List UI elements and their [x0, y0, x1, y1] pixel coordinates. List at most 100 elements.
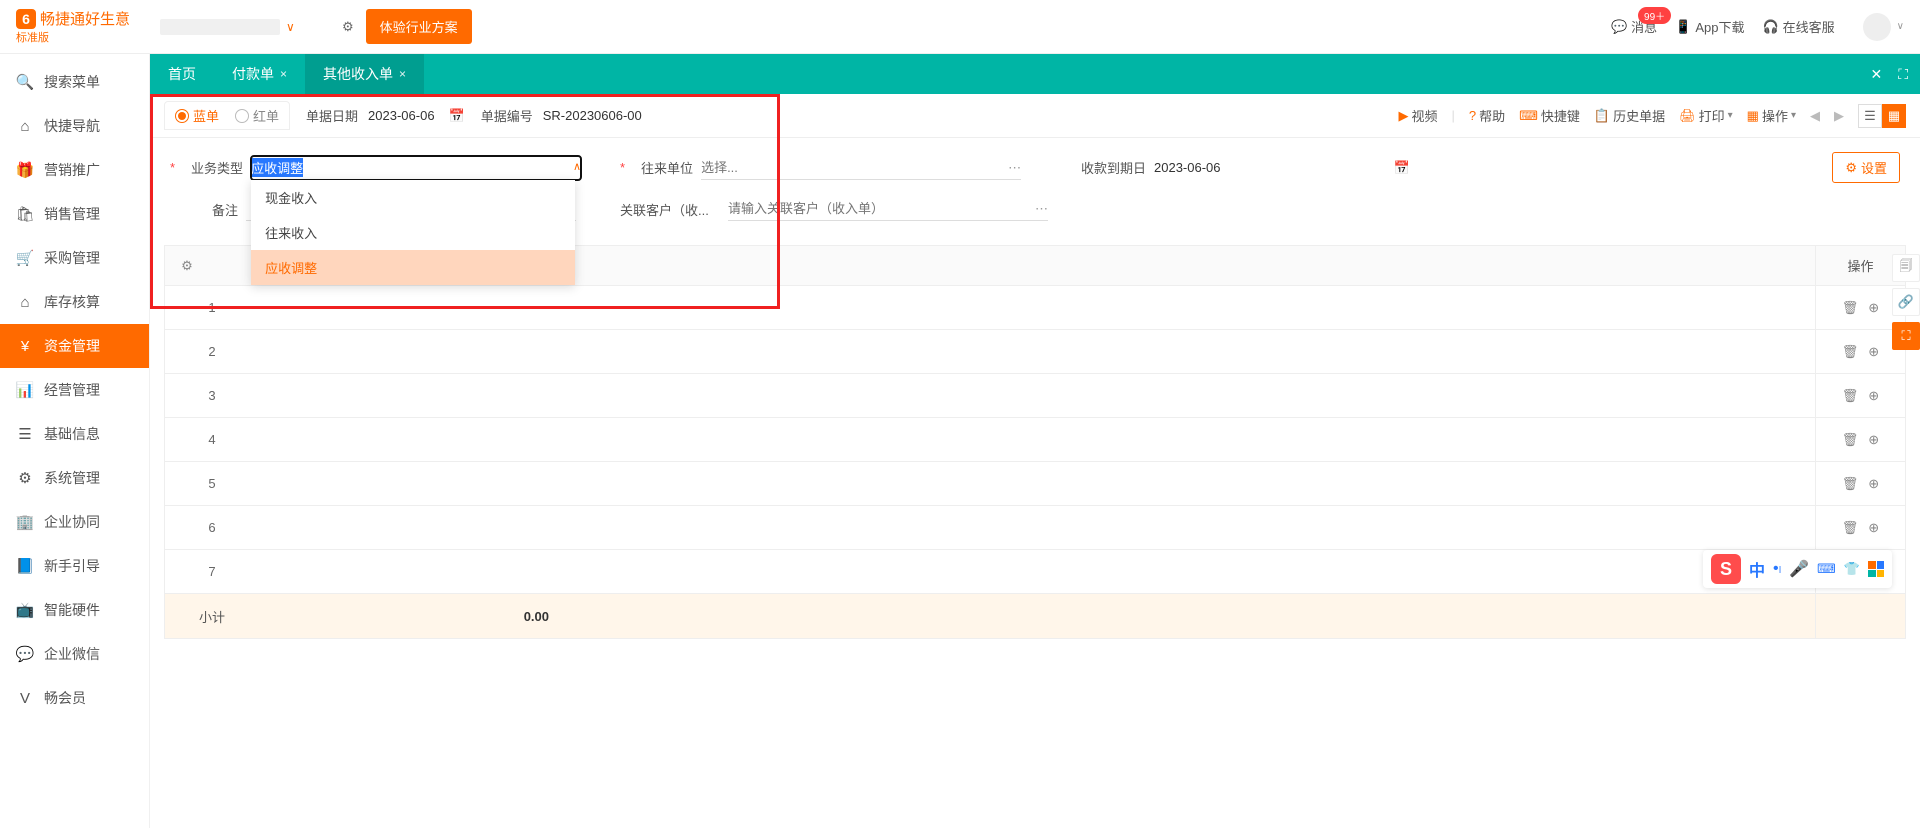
- org-selector[interactable]: ∨: [150, 19, 330, 35]
- tab-1[interactable]: 付款单×: [214, 54, 305, 94]
- sidebar-item-14[interactable]: V畅会员: [0, 676, 149, 720]
- messages-link[interactable]: 💬 消息 99＋: [1611, 17, 1657, 36]
- ime-lang[interactable]: 中: [1749, 557, 1765, 581]
- add-icon[interactable]: ⊕: [1868, 388, 1879, 404]
- sidebar-item-6[interactable]: ¥资金管理: [0, 324, 149, 368]
- table-row[interactable]: 5: [165, 462, 1815, 506]
- sidebar-icon: 🛍: [16, 205, 34, 223]
- table-row[interactable]: 4: [165, 418, 1815, 462]
- app-download-link[interactable]: 📱 App下载: [1675, 17, 1744, 36]
- delete-icon[interactable]: 🗑: [1842, 476, 1859, 492]
- calendar-icon[interactable]: 📅: [1394, 160, 1410, 176]
- support-link[interactable]: 🎧 在线客服: [1762, 17, 1834, 36]
- help-link[interactable]: ?帮助: [1469, 106, 1505, 125]
- sidebar-item-1[interactable]: ⌂快捷导航: [0, 104, 149, 148]
- assoc-input[interactable]: [728, 197, 1048, 221]
- dropdown-option[interactable]: 往来收入: [251, 215, 575, 250]
- radio-red[interactable]: 红单: [235, 106, 279, 125]
- partner-input[interactable]: [701, 156, 1021, 180]
- sidebar-item-10[interactable]: 🏢企业协同: [0, 500, 149, 544]
- settings-button[interactable]: ⚙ 设置: [1832, 152, 1900, 183]
- sidebar-label: 企业协同: [44, 512, 100, 532]
- table-row[interactable]: 1: [165, 286, 1815, 330]
- print-link[interactable]: 🖨打印▾: [1679, 106, 1733, 125]
- user-menu[interactable]: ∨: [1863, 13, 1904, 41]
- table-row[interactable]: 3: [165, 374, 1815, 418]
- sidebar-label: 营销推广: [44, 160, 100, 180]
- ime-keyboard-icon[interactable]: ⌨: [1817, 561, 1836, 577]
- view-list-button[interactable]: ☰: [1858, 104, 1882, 128]
- biz-type-label: 业务类型: [183, 158, 243, 177]
- ime-mic-icon[interactable]: 🎤: [1789, 559, 1809, 579]
- sidebar-item-9[interactable]: ⚙系统管理: [0, 456, 149, 500]
- add-icon[interactable]: ⊕: [1868, 476, 1879, 492]
- close-icon[interactable]: ×: [280, 67, 287, 81]
- sidebar-item-8[interactable]: ☰基础信息: [0, 412, 149, 456]
- table-row[interactable]: 2: [165, 330, 1815, 374]
- ime-toolbar[interactable]: S 中 •၊ 🎤 ⌨ 👕: [1703, 550, 1892, 588]
- doc-date-value[interactable]: 2023-06-06: [368, 108, 435, 123]
- biz-type-select[interactable]: ∧ 现金收入往来收入应收调整: [251, 156, 581, 180]
- biz-type-input[interactable]: [251, 156, 581, 180]
- action-link[interactable]: ▦操作▾: [1747, 106, 1796, 125]
- expand-button[interactable]: ⛶: [1894, 62, 1912, 87]
- sidebar-item-7[interactable]: 📊经营管理: [0, 368, 149, 412]
- tab-2[interactable]: 其他收入单×: [305, 54, 424, 94]
- add-icon[interactable]: ⊕: [1868, 344, 1879, 360]
- ime-skin-icon[interactable]: 👕: [1844, 561, 1860, 577]
- video-link[interactable]: ▶视频: [1398, 106, 1437, 125]
- table-row[interactable]: 7: [165, 550, 1815, 594]
- dropdown-option[interactable]: 应收调整: [251, 250, 575, 285]
- prev-button[interactable]: ◀: [1810, 108, 1820, 124]
- delete-icon[interactable]: 🗑: [1842, 388, 1859, 404]
- attachment-button[interactable]: 🔗: [1892, 288, 1920, 316]
- radio-blue[interactable]: 蓝单: [175, 106, 219, 125]
- message-icon: 💬: [1611, 19, 1627, 35]
- hotkey-link[interactable]: ⌨快捷键: [1519, 106, 1580, 125]
- messages-badge: 99＋: [1638, 7, 1671, 24]
- next-button[interactable]: ▶: [1834, 108, 1844, 124]
- add-icon[interactable]: ⊕: [1868, 520, 1879, 536]
- close-tab-button[interactable]: ✕: [1866, 62, 1886, 87]
- gear-icon[interactable]: ⚙: [342, 19, 354, 35]
- note-button[interactable]: 🗐: [1892, 254, 1920, 282]
- table-settings-icon[interactable]: ⚙: [165, 258, 209, 274]
- assoc-select[interactable]: ⋯: [728, 197, 1048, 221]
- calendar-icon[interactable]: 📅: [449, 108, 465, 124]
- dropdown-option[interactable]: 现金收入: [251, 180, 575, 215]
- view-card-button[interactable]: ▦: [1882, 104, 1906, 128]
- sidebar-item-0[interactable]: 🔍搜索菜单: [0, 60, 149, 104]
- assoc-label: 关联客户（收...: [620, 200, 720, 219]
- due-date-value[interactable]: 2023-06-06: [1154, 160, 1221, 175]
- sidebar-item-3[interactable]: 🛍销售管理: [0, 192, 149, 236]
- delete-icon[interactable]: 🗑: [1842, 432, 1859, 448]
- ime-menu-icon[interactable]: [1868, 561, 1884, 577]
- add-icon[interactable]: ⊕: [1868, 432, 1879, 448]
- add-icon[interactable]: ⊕: [1868, 300, 1879, 316]
- sidebar-item-4[interactable]: 🛒采购管理: [0, 236, 149, 280]
- tab-0[interactable]: 首页: [150, 54, 214, 94]
- history-link[interactable]: 📋历史单据: [1594, 106, 1665, 125]
- sidebar-item-12[interactable]: 📺智能硬件: [0, 588, 149, 632]
- ime-punct-icon[interactable]: •၊: [1773, 557, 1781, 581]
- ime-logo-icon: S: [1711, 554, 1741, 584]
- delete-icon[interactable]: 🗑: [1842, 300, 1859, 316]
- chevron-up-icon[interactable]: ∧: [573, 160, 581, 173]
- delete-icon[interactable]: 🗑: [1842, 520, 1859, 536]
- table-row[interactable]: 6: [165, 506, 1815, 550]
- layout-button[interactable]: ⛶: [1892, 322, 1920, 350]
- row-index: 4: [165, 432, 259, 447]
- sidebar-item-13[interactable]: 💬企业微信: [0, 632, 149, 676]
- more-icon[interactable]: ⋯: [1008, 160, 1021, 176]
- delete-icon[interactable]: 🗑: [1842, 344, 1859, 360]
- more-icon[interactable]: ⋯: [1035, 201, 1048, 217]
- try-solution-button[interactable]: 体验行业方案: [366, 9, 472, 44]
- sidebar-item-5[interactable]: ⌂库存核算: [0, 280, 149, 324]
- sidebar-icon: ⚙: [16, 469, 34, 487]
- sidebar-item-11[interactable]: 📘新手引导: [0, 544, 149, 588]
- close-icon[interactable]: ×: [399, 67, 406, 81]
- sidebar-item-2[interactable]: 🎁营销推广: [0, 148, 149, 192]
- partner-select[interactable]: ⋯: [701, 156, 1021, 180]
- row-index: 1: [165, 300, 259, 315]
- sidebar-label: 库存核算: [44, 292, 100, 312]
